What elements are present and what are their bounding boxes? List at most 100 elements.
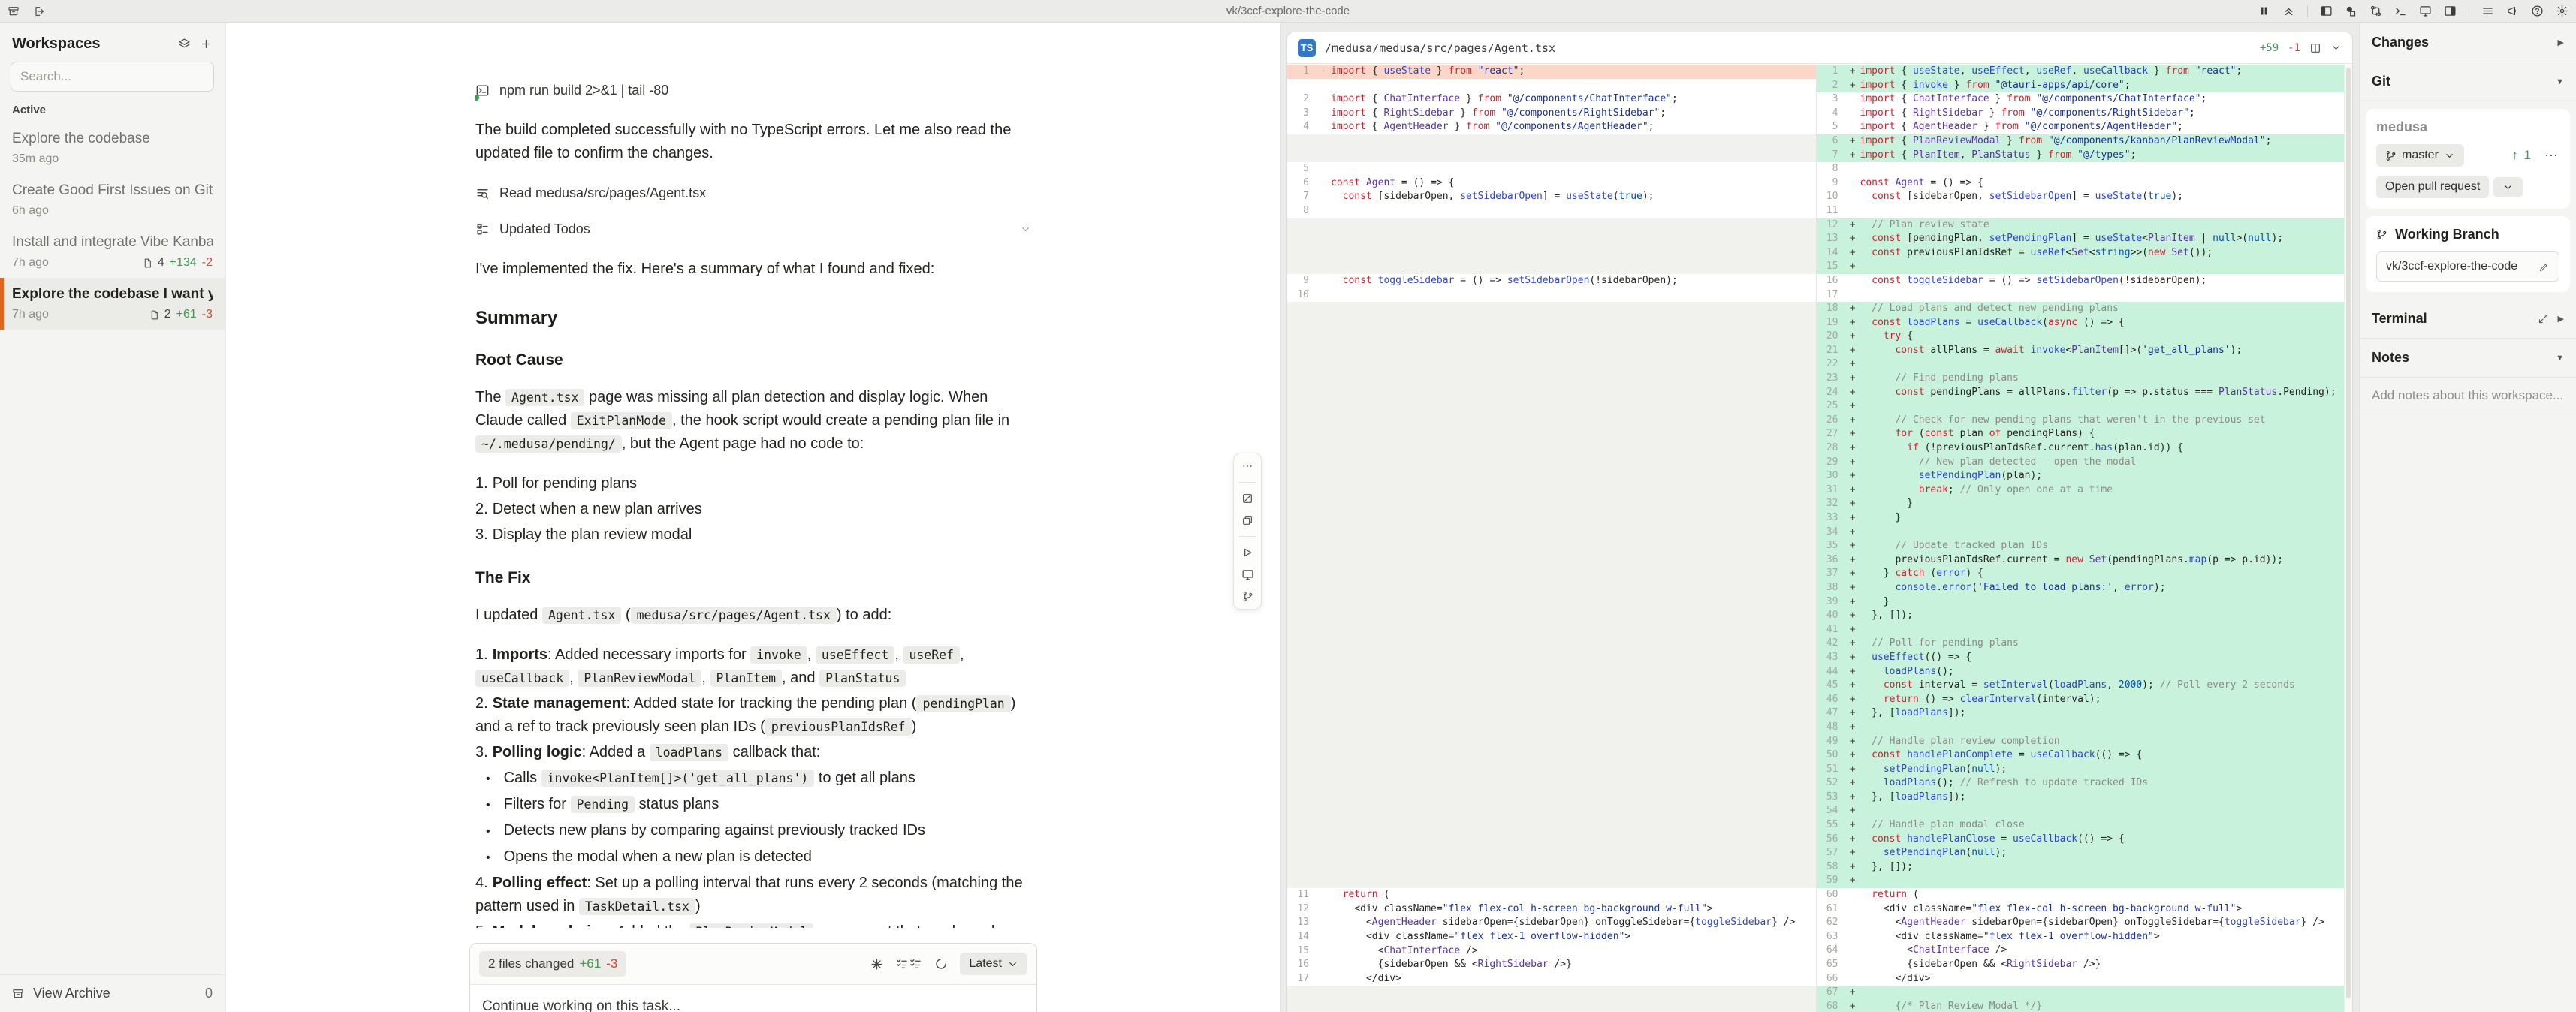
scrollbar-thumb[interactable] <box>2346 68 2351 998</box>
chevrons-up-icon[interactable] <box>2282 5 2295 17</box>
git-section-header[interactable]: Git ▼ <box>2360 62 2576 101</box>
spark-icon[interactable] <box>870 958 883 971</box>
sign-out-icon[interactable] <box>33 5 45 17</box>
changes-section-header[interactable]: Changes ▶ <box>2360 23 2576 62</box>
tool-call-row[interactable]: Updated Todos <box>475 221 1031 237</box>
pr-dropdown-button[interactable] <box>2493 177 2523 197</box>
monitor-icon[interactable] <box>2419 5 2432 17</box>
title-bar: vk/3ccf-explore-the-code <box>0 0 2576 23</box>
diff-line: 1-import { useState } from "react"; <box>1287 65 1816 79</box>
workspace-item[interactable]: Explore the codebase35m ago <box>0 122 225 174</box>
diff-line: 42+ // Poll for pending plans <box>1817 637 2345 651</box>
chevron-down-icon[interactable] <box>1020 224 1031 235</box>
commits-ahead-badge: ↑ 1 <box>2511 148 2531 163</box>
diff-line: 10 const [sidebarOpen, setSidebarOpen] =… <box>1817 190 2345 204</box>
workspaces-sidebar: Workspaces Search... Active Explore the … <box>0 23 225 1012</box>
workspace-item[interactable]: Explore the codebase I want you to exp7h… <box>0 278 225 330</box>
diff-line: 51+ setPendingPlan(null); <box>1817 763 2345 777</box>
terminal-box-icon <box>475 83 490 98</box>
pause-icon[interactable] <box>2258 5 2270 17</box>
view-archive-button[interactable]: View Archive 0 <box>0 974 225 1012</box>
branch-selector[interactable]: master <box>2376 144 2464 167</box>
inline-code: useRef <box>903 646 960 664</box>
pencil-icon[interactable] <box>2538 261 2550 273</box>
terminal-section-header[interactable]: Terminal ▶ <box>2360 300 2576 339</box>
diff-view-icon[interactable] <box>1241 492 1253 504</box>
changes-label: Changes <box>2372 35 2429 50</box>
message-input[interactable]: Continue working on this task... <box>470 985 1036 1012</box>
diff-file-path: /medusa/medusa/src/pages/Agent.tsx <box>1325 41 1555 55</box>
tool-call-row[interactable]: npm run build 2>&1 | tail -80 <box>475 83 1031 98</box>
diff-line: 61 <div className="flex flex-col h-scree… <box>1817 902 2345 917</box>
todos-status-icon[interactable] <box>895 957 922 971</box>
diff-line: 16 const toggleSidebar = () => setSideba… <box>1817 274 2345 288</box>
help-icon[interactable] <box>2531 5 2544 17</box>
shapes-icon[interactable] <box>2345 5 2357 17</box>
diff-line: 12 <div className="flex flex-col h-scree… <box>1287 902 1816 917</box>
open-pull-request-button[interactable]: Open pull request <box>2376 176 2489 198</box>
inline-code: invoke<PlanItem[]>('get_all_plans') <box>541 770 815 787</box>
diff-line: 35+ // Update tracked plan IDs <box>1817 539 2345 553</box>
menu-icon[interactable] <box>2481 5 2494 17</box>
files-changed-badge[interactable]: 2 files changed +61 -3 <box>479 951 626 977</box>
diff-line: 7 const [sidebarOpen, setSidebarOpen] = … <box>1287 190 1816 204</box>
view-archive-label: View Archive <box>33 986 110 1001</box>
tool-call-row[interactable]: Read medusa/src/pages/Agent.tsx <box>475 185 1031 201</box>
split-view-icon[interactable] <box>2309 42 2321 54</box>
notes-input[interactable]: Add notes about this workspace... <box>2360 378 2576 414</box>
drag-handle-icon[interactable] <box>1241 460 1253 472</box>
workspace-search-input[interactable]: Search... <box>11 62 214 92</box>
play-icon[interactable] <box>1241 547 1253 559</box>
git-branch-icon[interactable] <box>1242 591 1253 602</box>
diff-line: 21+ const allPlans = await invoke<PlanIt… <box>1817 344 2345 358</box>
megaphone-icon[interactable] <box>2506 5 2519 17</box>
diff-line: 3import { RightSidebar } from "@/compone… <box>1287 107 1816 121</box>
diff-line: 17 </div> <box>1287 972 1816 986</box>
composer-status-bar: 2 files changed +61 -3 Latest <box>470 944 1036 985</box>
diff-file-header[interactable]: TS /medusa/medusa/src/pages/Agent.tsx +5… <box>1287 32 2352 64</box>
workspace-item[interactable]: Install and integrate Vibe Kanban Web7h … <box>0 226 225 278</box>
git-branch-icon <box>2385 150 2397 161</box>
diff-line: 50+ const handlePlanComplete = useCallba… <box>1817 748 2345 763</box>
workspace-time: 35m ago <box>12 152 59 166</box>
git-compare-icon[interactable] <box>2369 5 2382 17</box>
panel-right-icon[interactable] <box>2444 5 2457 17</box>
diff-line: 17 <box>1817 288 2345 303</box>
more-actions-button[interactable]: ⋯ <box>2544 148 2559 164</box>
chevron-down-icon[interactable] <box>2330 42 2342 53</box>
panel-left-icon[interactable] <box>2320 5 2333 17</box>
diff-scrollbar[interactable] <box>2344 65 2352 1012</box>
diff-line: 58+ }, []); <box>1817 860 2345 875</box>
version-selector[interactable]: Latest <box>960 953 1027 975</box>
diff-line: 38+ console.error('Failed to load plans:… <box>1817 581 2345 595</box>
diff-spacer <box>1287 302 1816 888</box>
diff-line: 12+ // Plan review state <box>1817 218 2345 233</box>
chat-heading: Summary <box>475 308 1031 329</box>
inline-code: medusa/src/pages/Agent.tsx <box>631 607 837 624</box>
layers-icon[interactable] <box>178 38 191 50</box>
inline-code: pendingPlan <box>916 695 1010 712</box>
copy-icon[interactable] <box>1241 514 1253 526</box>
terminal-icon[interactable] <box>2394 5 2407 17</box>
inline-code: Agent.tsx <box>505 389 584 406</box>
diff-line: 63 <div className="flex flex-1 overflow-… <box>1817 930 2345 944</box>
workspace-diff-stats: 4+134-2 <box>143 256 213 270</box>
archive-icon[interactable] <box>8 5 20 17</box>
right-panel: Changes ▶ Git ▼ medusa master ↑ 1 ⋯ Open… <box>2359 23 2576 1012</box>
notes-section-header[interactable]: Notes ▼ <box>2360 339 2576 378</box>
diff-line: 67+ <box>1817 986 2345 1000</box>
diff-line: 13+ const [pendingPlan, setPendingPlan] … <box>1817 232 2345 246</box>
working-branch-input[interactable]: vk/3ccf-explore-the-code <box>2376 251 2559 282</box>
diff-line: 27+ for (const plan of pendingPlans) { <box>1817 427 2345 441</box>
workspace-item[interactable]: Create Good First Issues on Github So p6… <box>0 174 225 226</box>
add-workspace-button[interactable] <box>200 38 213 50</box>
inline-code: previousPlanIdsRef <box>765 718 912 736</box>
monitor-icon[interactable] <box>1241 568 1254 581</box>
gear-icon[interactable] <box>2556 5 2568 17</box>
workspace-title: Explore the codebase I want you to exp <box>12 286 213 303</box>
workspace-title: Install and integrate Vibe Kanban Web <box>12 234 213 251</box>
expand-icon[interactable] <box>2538 313 2549 324</box>
ordered-list: 1.Poll for pending plans2.Detect when a … <box>475 472 1031 547</box>
additions-count: +61 <box>579 956 601 971</box>
spinner-icon <box>934 957 948 971</box>
